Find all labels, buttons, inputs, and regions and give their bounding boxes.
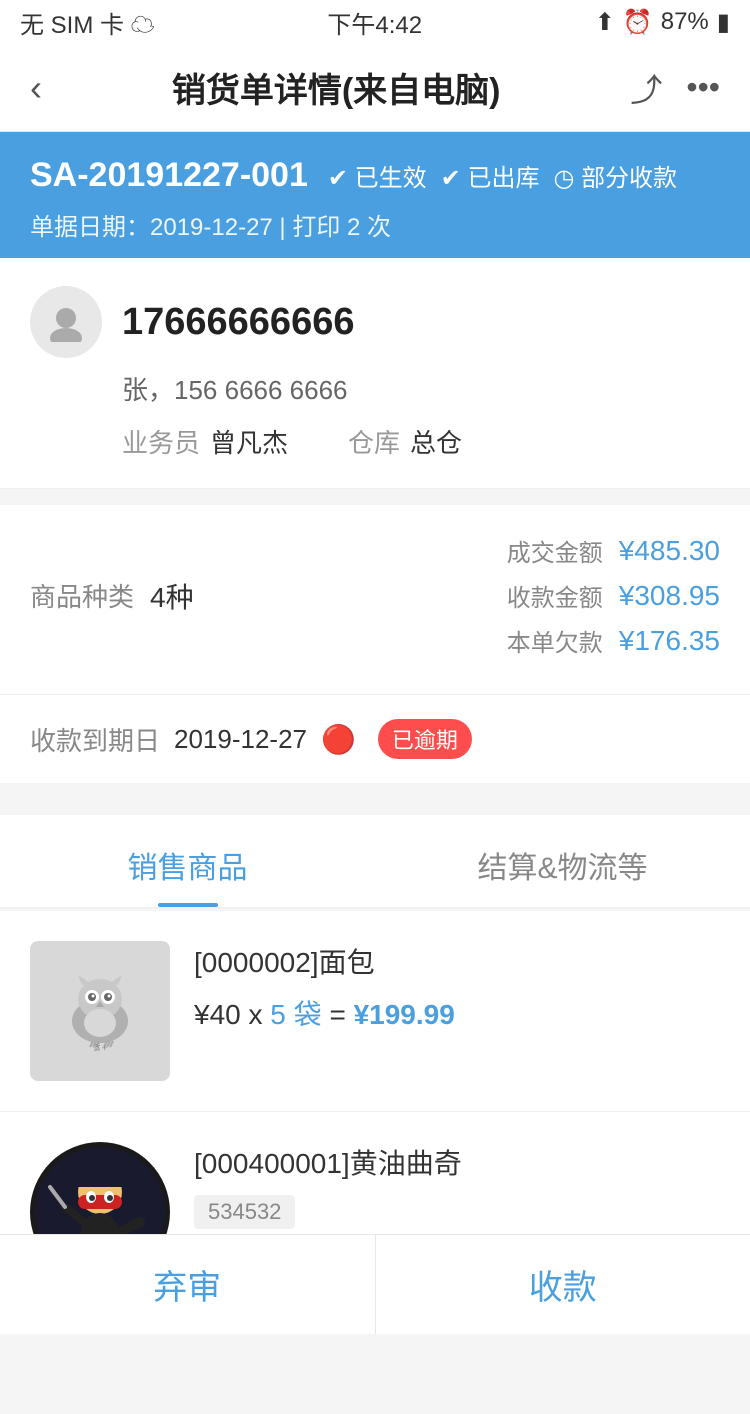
customer-name: 张，156 6666 6666: [30, 370, 720, 407]
warehouse-meta: 仓库 总仓: [348, 423, 462, 460]
summary-left: 商品种类 4种: [30, 576, 194, 616]
alarm-icon: ⏰: [623, 8, 653, 37]
status-time: 下午4:42: [327, 5, 422, 40]
status-effected: ✔ 已生效: [328, 158, 427, 193]
product-image-bread: 豸+: [30, 941, 170, 1081]
product-price-bread: ¥40 x 5 袋 = ¥199.99: [194, 993, 720, 1033]
tab-settle[interactable]: 结算&物流等: [375, 815, 750, 907]
price-eq: =: [329, 999, 353, 1030]
price-qty: 5: [270, 999, 286, 1030]
back-button[interactable]: ‹: [30, 67, 42, 109]
type-label: 商品种类: [30, 577, 134, 614]
collect-button[interactable]: 收款: [376, 1235, 750, 1334]
location-icon: ⬆: [595, 8, 615, 37]
sim-status: 无 SIM 卡 ☁: [20, 5, 155, 40]
summary-row: 商品种类 4种 成交金额 ¥485.30 收款金额 ¥308.95 本单欠款 ¥…: [30, 533, 720, 658]
product-sku: 534532: [194, 1195, 295, 1229]
sales-value: 曾凡杰: [210, 423, 288, 460]
bottom-bar: 弃审 收款: [0, 1234, 750, 1334]
amount-label-0: 成交金额: [507, 533, 603, 568]
summary-section: 商品种类 4种 成交金额 ¥485.30 收款金额 ¥308.95 本单欠款 ¥…: [0, 505, 750, 694]
customer-meta: 业务员 曾凡杰 仓库 总仓: [30, 423, 720, 460]
sales-label: 业务员: [122, 423, 200, 460]
cancel-button[interactable]: 弃审: [0, 1235, 376, 1334]
amount-label-2: 本单欠款: [507, 623, 603, 658]
banner-top: SA-20191227-001 ✔ 已生效 ✔ 已出库 ◷ 部分收款: [30, 156, 720, 195]
price-base: ¥40: [194, 999, 241, 1030]
banner-sub: 单据日期：2019-12-27 | 打印 2 次: [30, 207, 720, 242]
avatar: [30, 286, 102, 358]
battery-icon: ▮: [717, 8, 730, 37]
status-tags: ✔ 已生效 ✔ 已出库 ◷ 部分收款: [328, 158, 677, 193]
overdue-icon: 🔴: [321, 723, 356, 756]
sales-meta: 业务员 曾凡杰: [122, 423, 288, 460]
order-id: SA-20191227-001: [30, 156, 308, 195]
more-icon[interactable]: •••: [686, 69, 720, 106]
product-name-cookie: [000400001]黄油曲奇: [194, 1142, 720, 1182]
price-unit: 袋: [294, 999, 322, 1030]
price-total: ¥199.99: [354, 999, 455, 1030]
status-left: 无 SIM 卡 ☁: [20, 5, 155, 40]
customer-phone: 17666666666: [122, 301, 354, 344]
status-bar: 无 SIM 卡 ☁ 下午4:42 ⬆ ⏰ 87% ▮: [0, 0, 750, 44]
amount-val-0: ¥485.30: [619, 535, 720, 567]
divider-2: [0, 783, 750, 799]
warehouse-label: 仓库: [348, 423, 400, 460]
status-partial: ◷ 部分收款: [553, 158, 677, 193]
duedate-label: 收款到期日: [30, 721, 160, 758]
price-x: x: [249, 999, 271, 1030]
tab-sales[interactable]: 销售商品: [0, 815, 375, 907]
product-name-bread: [0000002]面包: [194, 941, 720, 981]
battery-level: 87%: [661, 8, 709, 36]
amount-val-1: ¥308.95: [619, 580, 720, 612]
amount-row-0: 成交金额 ¥485.30: [507, 533, 720, 568]
overdue-badge: 已逾期: [378, 719, 472, 759]
page-title: 销货单详情(来自电脑): [172, 63, 501, 112]
customer-section: 17666666666 张，156 6666 6666 业务员 曾凡杰 仓库 总…: [0, 258, 750, 489]
customer-top: 17666666666: [30, 286, 720, 358]
status-shipped: ✔ 已出库: [441, 158, 540, 193]
tabs-row: 销售商品 结算&物流等: [0, 815, 750, 907]
header-banner: SA-20191227-001 ✔ 已生效 ✔ 已出库 ◷ 部分收款 单据日期：…: [0, 132, 750, 258]
tabs-section: 销售商品 结算&物流等: [0, 815, 750, 909]
nav-icons: ⤴ •••: [630, 65, 720, 111]
type-value: 4种: [150, 576, 194, 616]
nav-bar: ‹ 销货单详情(来自电脑) ⤴ •••: [0, 44, 750, 132]
share-icon[interactable]: ⤴: [630, 65, 662, 111]
status-right: ⬆ ⏰ 87% ▮: [595, 8, 730, 37]
product-item: 豸+ [0000002]面包 ¥40 x 5 袋 = ¥199.99: [0, 911, 750, 1112]
amount-val-2: ¥176.35: [619, 625, 720, 657]
amount-row-1: 收款金额 ¥308.95: [507, 578, 720, 613]
svg-text:豸+: 豸+: [93, 1043, 107, 1051]
product-info-bread: [0000002]面包 ¥40 x 5 袋 = ¥199.99: [194, 941, 720, 1033]
divider-1: [0, 489, 750, 505]
duedate-section: 收款到期日 2019-12-27 🔴 已逾期: [0, 694, 750, 783]
amount-row-2: 本单欠款 ¥176.35: [507, 623, 720, 658]
summary-right: 成交金额 ¥485.30 收款金额 ¥308.95 本单欠款 ¥176.35: [507, 533, 720, 658]
warehouse-value: 总仓: [410, 423, 462, 460]
amount-label-1: 收款金额: [507, 578, 603, 613]
duedate-value: 2019-12-27: [174, 724, 307, 755]
